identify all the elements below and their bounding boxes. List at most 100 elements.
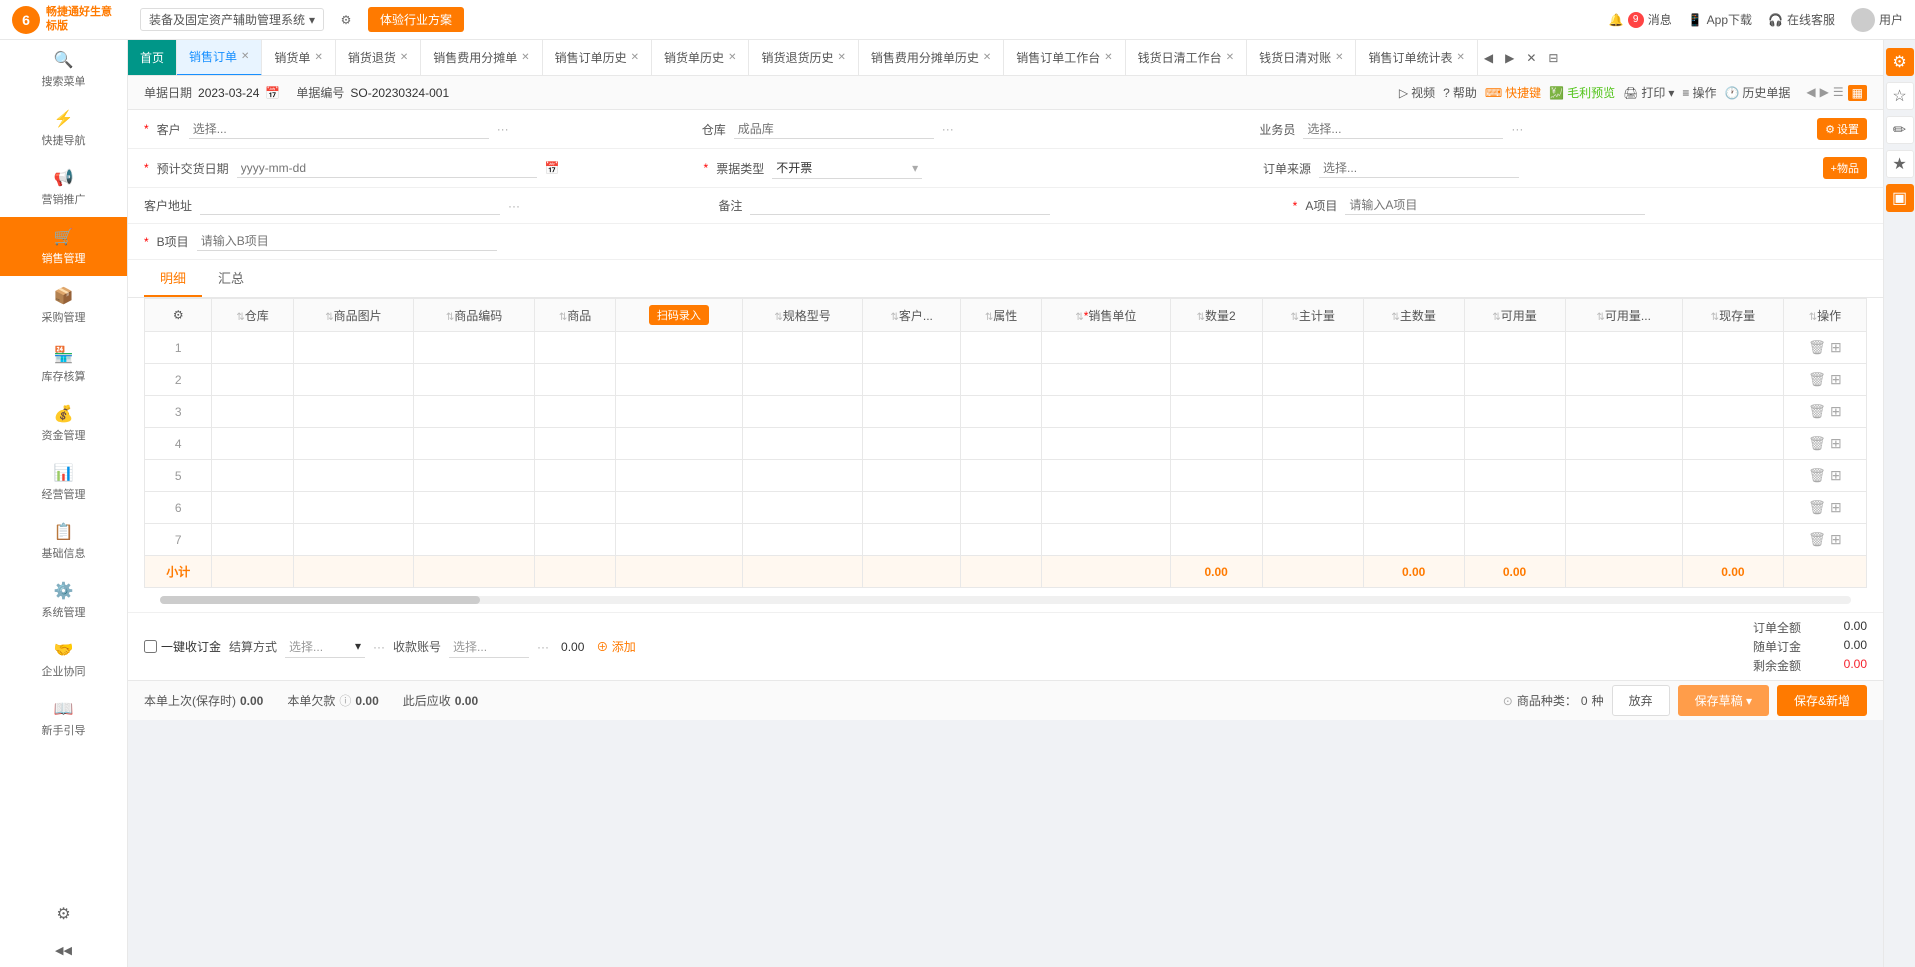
user-btn[interactable]: 用户: [1851, 8, 1903, 32]
save-draft-button[interactable]: 保存草稿 ▾: [1678, 685, 1769, 716]
warehouse-dots[interactable]: ···: [942, 122, 954, 136]
sidebar-item-settings-bottom[interactable]: ⚙: [0, 894, 127, 934]
copy-icon[interactable]: ⊞: [1830, 467, 1842, 484]
tab-4[interactable]: 销售费用分摊单✕: [421, 40, 542, 76]
list-view-icon[interactable]: ▦: [1848, 85, 1867, 101]
next-nav-icon[interactable]: ▶: [1820, 85, 1829, 101]
delete-icon[interactable]: 🗑: [1808, 339, 1826, 356]
scroll-track[interactable]: [160, 596, 1851, 604]
calendar-icon[interactable]: 📅: [265, 86, 280, 100]
tab-8[interactable]: 销售费用分摊单历史✕: [859, 40, 1004, 76]
save-new-button[interactable]: 保存&新增: [1777, 685, 1867, 716]
scan-button[interactable]: 扫码录入: [649, 305, 709, 325]
tab-12[interactable]: 销售订单统计表✕: [1356, 40, 1477, 76]
delete-icon[interactable]: 🗑: [1808, 371, 1826, 388]
sidebar-item-guide[interactable]: 📖新手引导: [0, 689, 127, 748]
one-click-checkbox[interactable]: [144, 640, 157, 653]
scroll-thumb[interactable]: [160, 596, 480, 604]
tab-9[interactable]: 销售订单工作台✕: [1004, 40, 1125, 76]
order-source-input[interactable]: [1319, 159, 1519, 178]
staff-dots[interactable]: ···: [1511, 122, 1523, 136]
view-btn[interactable]: ▷ 视频: [1399, 84, 1435, 101]
remark-input[interactable]: [750, 196, 1050, 215]
settings-btn[interactable]: ⚙ 设置: [1817, 118, 1867, 140]
copy-icon[interactable]: ⊞: [1830, 403, 1842, 420]
tab-close-icon[interactable]: ✕: [983, 52, 991, 63]
customer-input[interactable]: [189, 120, 489, 139]
sidebar-item-marketing[interactable]: 📢营销推广: [0, 158, 127, 217]
customer-dots[interactable]: ···: [497, 122, 509, 136]
sidebar-item-coop[interactable]: 🤝企业协同: [0, 630, 127, 689]
sidebar-collapse-btn[interactable]: ◀◀: [0, 934, 127, 967]
system-selector[interactable]: 装备及固定资产辅助管理系统 ▾: [140, 8, 324, 31]
copy-icon[interactable]: ⊞: [1830, 339, 1842, 356]
add-payment-btn[interactable]: ⊕ 添加: [596, 638, 635, 655]
address-input[interactable]: [200, 196, 500, 215]
project-b-input[interactable]: [197, 232, 497, 251]
date-calendar-icon[interactable]: 📅: [545, 161, 560, 175]
right-icon-scan2[interactable]: ▣: [1886, 184, 1914, 212]
print-btn[interactable]: 🖨 打印 ▾: [1623, 84, 1674, 101]
operation-btn[interactable]: ≡ 操作: [1682, 84, 1716, 101]
col-settings-icon[interactable]: ⚙: [173, 308, 184, 322]
tab-1[interactable]: 销售订单✕: [177, 40, 262, 76]
delete-icon[interactable]: 🗑: [1808, 435, 1826, 452]
tab-menu-btn[interactable]: ⊟: [1542, 40, 1564, 76]
tab-11[interactable]: 钱货日清对账✕: [1247, 40, 1356, 76]
sidebar-item-quick[interactable]: ⚡快捷导航: [0, 99, 127, 158]
tab-close-icon[interactable]: ✕: [631, 52, 639, 63]
prev-nav-icon[interactable]: ◀: [1806, 85, 1815, 101]
copy-icon[interactable]: ⊞: [1830, 499, 1842, 516]
shortcut-btn[interactable]: ⌨ 快捷键: [1485, 84, 1541, 101]
solution-button[interactable]: 体验行业方案: [368, 7, 464, 32]
copy-icon[interactable]: ⊞: [1830, 435, 1842, 452]
sidebar-item-basic[interactable]: 📋基础信息: [0, 512, 127, 571]
right-icon-edit[interactable]: ✏: [1886, 116, 1914, 144]
invoice-type-select[interactable]: 不开票 ▾: [772, 157, 922, 179]
tab-close-icon[interactable]: ✕: [1335, 52, 1343, 63]
address-dots[interactable]: ···: [508, 199, 520, 213]
sidebar-item-inventory[interactable]: 🏪库存核算: [0, 335, 127, 394]
sidebar-item-search[interactable]: 🔍搜索菜单: [0, 40, 127, 99]
payment-method-dots[interactable]: ···: [373, 640, 385, 654]
tab-next-btn[interactable]: ▶: [1499, 40, 1520, 76]
tab-close-icon[interactable]: ✕: [400, 52, 408, 63]
sidebar-item-sales[interactable]: 🛒销售管理: [0, 217, 127, 276]
right-icon-bookmark[interactable]: ☆: [1886, 82, 1914, 110]
tab-close-icon[interactable]: ✕: [1104, 52, 1112, 63]
delivery-date-input[interactable]: [237, 159, 537, 178]
detail-tab-1[interactable]: 汇总: [202, 260, 260, 297]
tab-close-icon[interactable]: ✕: [1226, 52, 1234, 63]
tab-0[interactable]: 首页: [128, 40, 177, 76]
tab-prev-btn[interactable]: ◀: [1478, 40, 1499, 76]
tab-close-icon[interactable]: ✕: [521, 52, 529, 63]
right-icon-settings2[interactable]: ⚙: [1886, 48, 1914, 76]
account-dots[interactable]: ···: [537, 640, 549, 654]
tab-close-icon[interactable]: ✕: [837, 52, 845, 63]
payment-method-select[interactable]: 选择... ▾: [285, 636, 365, 658]
sidebar-item-system[interactable]: ⚙️系统管理: [0, 571, 127, 630]
delete-icon[interactable]: 🗑: [1808, 531, 1826, 548]
project-a-input[interactable]: [1345, 196, 1645, 215]
help-btn[interactable]: ? 帮助: [1443, 84, 1477, 101]
tab-close-icon[interactable]: ✕: [314, 52, 322, 63]
sidebar-item-finance[interactable]: 💰资金管理: [0, 394, 127, 453]
app-download-btn[interactable]: 📱 App下载: [1688, 11, 1752, 28]
warehouse-input[interactable]: [734, 120, 934, 139]
notification-btn[interactable]: 🔔 9 消息: [1609, 11, 1672, 28]
copy-icon[interactable]: ⊞: [1830, 371, 1842, 388]
tab-close-icon[interactable]: ✕: [728, 52, 736, 63]
detail-tab-0[interactable]: 明细: [144, 260, 202, 297]
copy-icon[interactable]: ⊞: [1830, 531, 1842, 548]
one-click-payment-label[interactable]: 一键收订金: [144, 638, 221, 655]
tab-2[interactable]: 销货单✕: [262, 40, 335, 76]
tab-close-all-btn[interactable]: ✕: [1520, 40, 1542, 76]
tab-3[interactable]: 销货退货✕: [336, 40, 421, 76]
col-settings[interactable]: ⚙: [145, 299, 212, 332]
discard-button[interactable]: 放弃: [1612, 685, 1670, 716]
tab-10[interactable]: 钱货日清工作台✕: [1126, 40, 1247, 76]
delete-icon[interactable]: 🗑: [1808, 403, 1826, 420]
tab-5[interactable]: 销售订单历史✕: [543, 40, 652, 76]
staff-input[interactable]: [1303, 120, 1503, 139]
tab-close-icon[interactable]: ✕: [1457, 52, 1465, 63]
